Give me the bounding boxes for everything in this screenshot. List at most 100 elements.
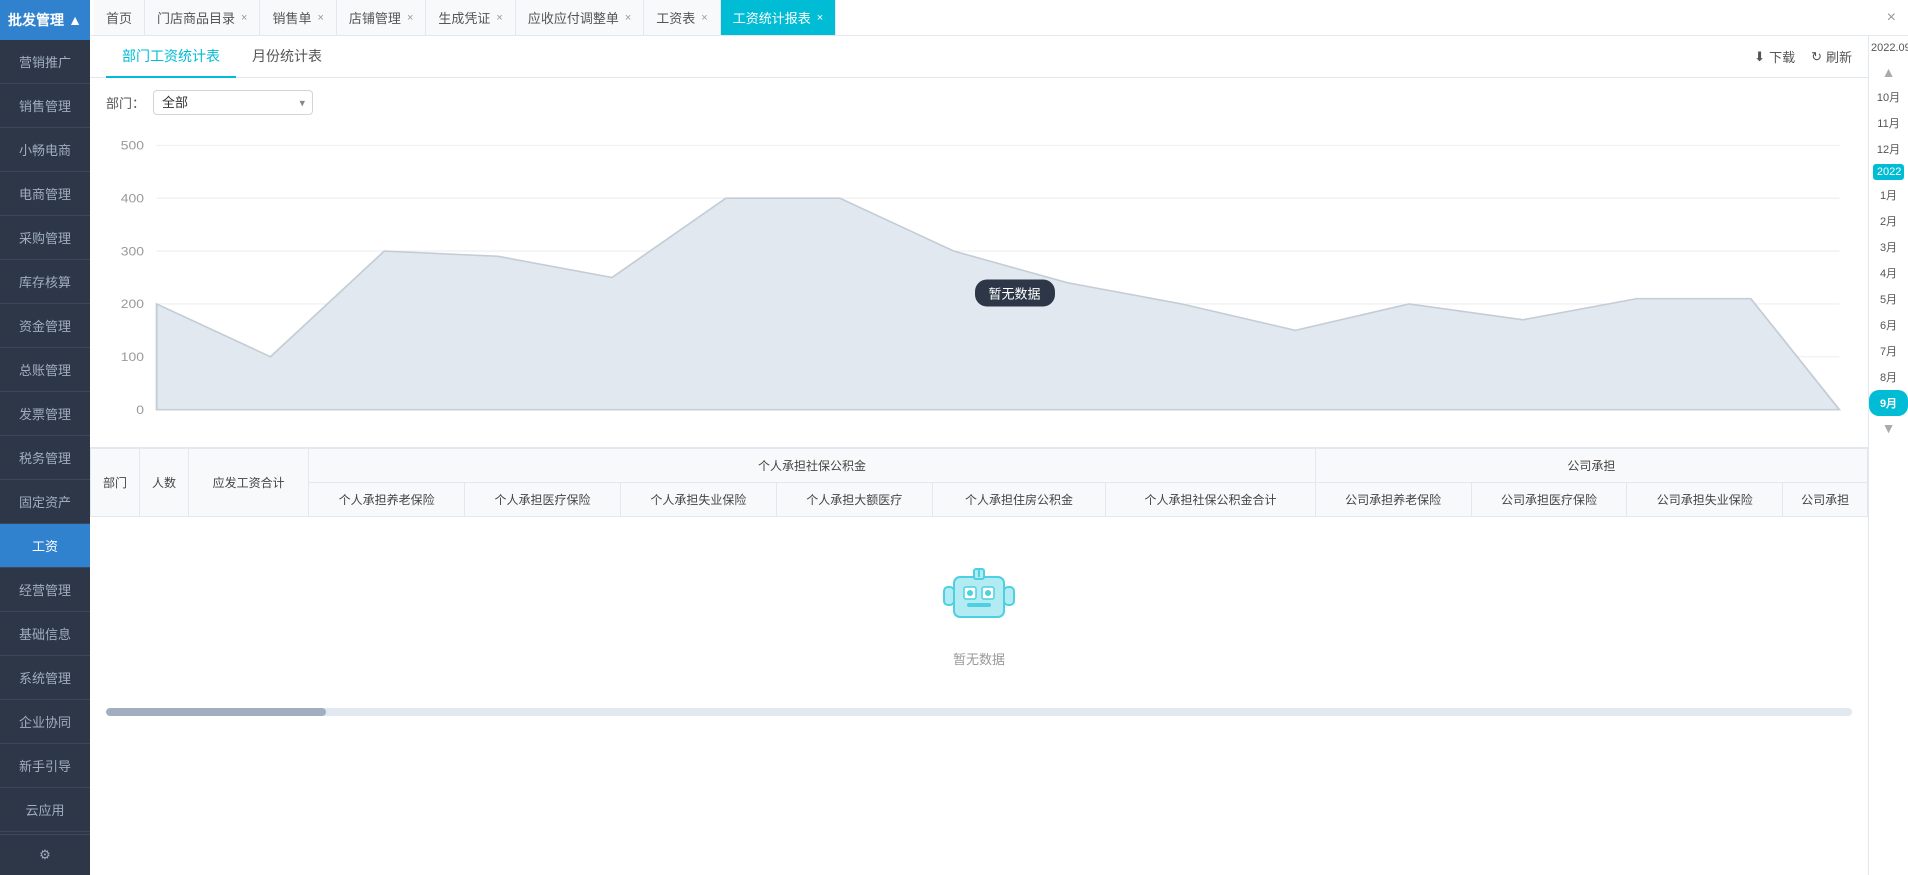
th-p-unemployment: 个人承担失业保险 [620, 483, 776, 517]
tab-bar: 首页 门店商品目录 × 销售单 × 店铺管理 × 生成凭证 × 应收应付调整单 … [90, 0, 1908, 36]
sidebar: 批发管理 ▲ 营销推广 销售管理 小畅电商 电商管理 采购管理 库存核算 资金管… [0, 0, 90, 875]
svg-text:0: 0 [136, 403, 144, 417]
month-5-label[interactable]: 5月 [1869, 286, 1908, 312]
chart-area: 500 400 300 200 100 0 [90, 127, 1868, 447]
th-p-major-medical: 个人承担大额医疗 [776, 483, 932, 517]
sub-tab-bar: 部门工资统计表 月份统计表 ⬇ 下载 ↻ 刷新 [90, 36, 1868, 78]
refresh-button[interactable]: ↻ 刷新 [1811, 47, 1852, 66]
tab-sales[interactable]: 销售单 × [260, 0, 336, 35]
sidebar-item-xcdsh[interactable]: 小畅电商 [0, 128, 90, 172]
table-container: 部门 人数 应发工资合计 个人承担社保公积金 公司承担 个人承担养老保险 个人承… [90, 447, 1868, 875]
tab-store-mgmt[interactable]: 店铺管理 × [337, 0, 426, 35]
h-scrollbar[interactable] [106, 708, 1852, 716]
svg-text:100: 100 [121, 350, 144, 364]
sub-tab-month[interactable]: 月份统计表 [236, 36, 338, 78]
sidebar-item-zjgl[interactable]: 资金管理 [0, 304, 90, 348]
th-c-unemployment: 公司承担失业保险 [1627, 483, 1783, 517]
sub-tabs: 部门工资统计表 月份统计表 [106, 36, 338, 78]
month-6-label[interactable]: 6月 [1869, 312, 1908, 338]
sidebar-item-yxtt[interactable]: 营销推广 [0, 40, 90, 84]
svg-text:200: 200 [121, 297, 144, 311]
download-icon: ⬇ [1754, 49, 1765, 65]
dept-select[interactable]: 全部 [153, 90, 313, 115]
sidebar-item-xtgl[interactable]: 系统管理 [0, 656, 90, 700]
close-all-tabs[interactable]: × [1879, 9, 1904, 27]
sidebar-item-qyxt[interactable]: 企业协同 [0, 700, 90, 744]
th-p-housing: 个人承担住房公积金 [932, 483, 1106, 517]
month-10-label[interactable]: 10月 [1869, 84, 1908, 110]
sidebar-footer[interactable]: ⚙ [0, 834, 90, 875]
tab-close-payroll-report[interactable]: × [817, 12, 823, 24]
sidebar-item-gongzi[interactable]: 工资 [0, 524, 90, 568]
empty-text: 暂无数据 [953, 649, 1005, 668]
th-c-pension: 公司承担养老保险 [1315, 483, 1471, 517]
tab-close-store-catalog[interactable]: × [241, 12, 247, 24]
th-c-other: 公司承担 [1783, 483, 1868, 517]
filter-bar: 部门： 全部 [90, 78, 1868, 127]
empty-icon [939, 557, 1019, 637]
tab-payroll[interactable]: 工资表 × [644, 0, 720, 35]
sidebar-toggle-icon: ▲ [68, 12, 82, 28]
month-1-label[interactable]: 1月 [1869, 182, 1908, 208]
sidebar-title: 批发管理 [8, 10, 64, 30]
sidebar-item-jcxx[interactable]: 基础信息 [0, 612, 90, 656]
sidebar-item-xsgl[interactable]: 销售管理 [0, 84, 90, 128]
svg-text:400: 400 [121, 192, 144, 206]
tab-close-voucher[interactable]: × [496, 12, 502, 24]
h-scrollbar-thumb[interactable] [106, 708, 326, 716]
sidebar-item-fpgl[interactable]: 发票管理 [0, 392, 90, 436]
th-c-medical: 公司承担医疗保险 [1471, 483, 1627, 517]
download-button[interactable]: ⬇ 下载 [1754, 47, 1795, 66]
th-total-wage: 应发工资合计 [189, 449, 309, 517]
sidebar-item-jygl[interactable]: 经营管理 [0, 568, 90, 612]
main-area: 首页 门店商品目录 × 销售单 × 店铺管理 × 生成凭证 × 应收应付调整单 … [90, 0, 1908, 875]
month-7-label[interactable]: 7月 [1869, 338, 1908, 364]
sidebar-item-dsgll[interactable]: 电商管理 [0, 172, 90, 216]
th-p-pension: 个人承担养老保险 [309, 483, 465, 517]
year-2022-label[interactable]: 2022.09 [1869, 36, 1908, 60]
th-p-total: 个人承担社保公积金合计 [1106, 483, 1315, 517]
sidebar-item-xsyd[interactable]: 新手引导 [0, 744, 90, 788]
sidebar-item-swgl[interactable]: 税务管理 [0, 436, 90, 480]
right-panel-down-btn[interactable]: ▼ [1869, 416, 1908, 440]
tab-close-store-mgmt[interactable]: × [407, 12, 413, 24]
right-panel-content: 2022.09 ▲ 10月 11月 12月 2022 1月 2月 3月 4月 5… [1869, 36, 1908, 440]
dept-select-wrapper: 全部 [153, 90, 313, 115]
year-badge-2022[interactable]: 2022 [1873, 164, 1904, 180]
tab-close-sales[interactable]: × [317, 12, 323, 24]
toolbar: ⬇ 下载 ↻ 刷新 [1754, 47, 1852, 66]
sidebar-item-zzgl[interactable]: 总账管理 [0, 348, 90, 392]
sidebar-header[interactable]: 批发管理 ▲ [0, 0, 90, 40]
svg-text:500: 500 [121, 139, 144, 152]
month-3-label[interactable]: 3月 [1869, 234, 1908, 260]
month-2-label[interactable]: 2月 [1869, 208, 1908, 234]
tab-store-catalog[interactable]: 门店商品目录 × [145, 0, 260, 35]
dept-filter-label: 部门： [106, 93, 145, 112]
sidebar-item-cggl[interactable]: 采购管理 [0, 216, 90, 260]
tab-close-payroll[interactable]: × [701, 12, 707, 24]
th-count: 人数 [140, 449, 189, 517]
th-dept: 部门 [91, 449, 140, 517]
month-9-label[interactable]: 9月 [1869, 390, 1908, 416]
refresh-icon: ↻ [1811, 49, 1822, 65]
tab-voucher[interactable]: 生成凭证 × [426, 0, 515, 35]
data-table: 部门 人数 应发工资合计 个人承担社保公积金 公司承担 个人承担养老保险 个人承… [90, 448, 1868, 517]
th-p-medical: 个人承担医疗保险 [465, 483, 621, 517]
sidebar-item-kchsuan[interactable]: 库存核算 [0, 260, 90, 304]
tab-ap-adj[interactable]: 应收应付调整单 × [516, 0, 644, 35]
month-8-label[interactable]: 8月 [1869, 364, 1908, 390]
sub-tab-dept[interactable]: 部门工资统计表 [106, 36, 236, 78]
content-area: 部门工资统计表 月份统计表 ⬇ 下载 ↻ 刷新 [90, 36, 1908, 875]
month-12-label[interactable]: 12月 [1869, 136, 1908, 162]
tab-close-ap-adj[interactable]: × [625, 12, 631, 24]
tab-home[interactable]: 首页 [94, 0, 145, 35]
sidebar-item-gdzchan[interactable]: 固定资产 [0, 480, 90, 524]
page-content: 部门工资统计表 月份统计表 ⬇ 下载 ↻ 刷新 [90, 36, 1868, 875]
right-panel-up-btn[interactable]: ▲ [1869, 60, 1908, 84]
month-4-label[interactable]: 4月 [1869, 260, 1908, 286]
month-11-label[interactable]: 11月 [1869, 110, 1908, 136]
settings-icon: ⚙ [39, 847, 51, 862]
tab-payroll-report[interactable]: 工资统计报表 × [721, 0, 836, 35]
sidebar-item-yyyong[interactable]: 云应用 [0, 788, 90, 832]
svg-text:300: 300 [121, 244, 144, 258]
